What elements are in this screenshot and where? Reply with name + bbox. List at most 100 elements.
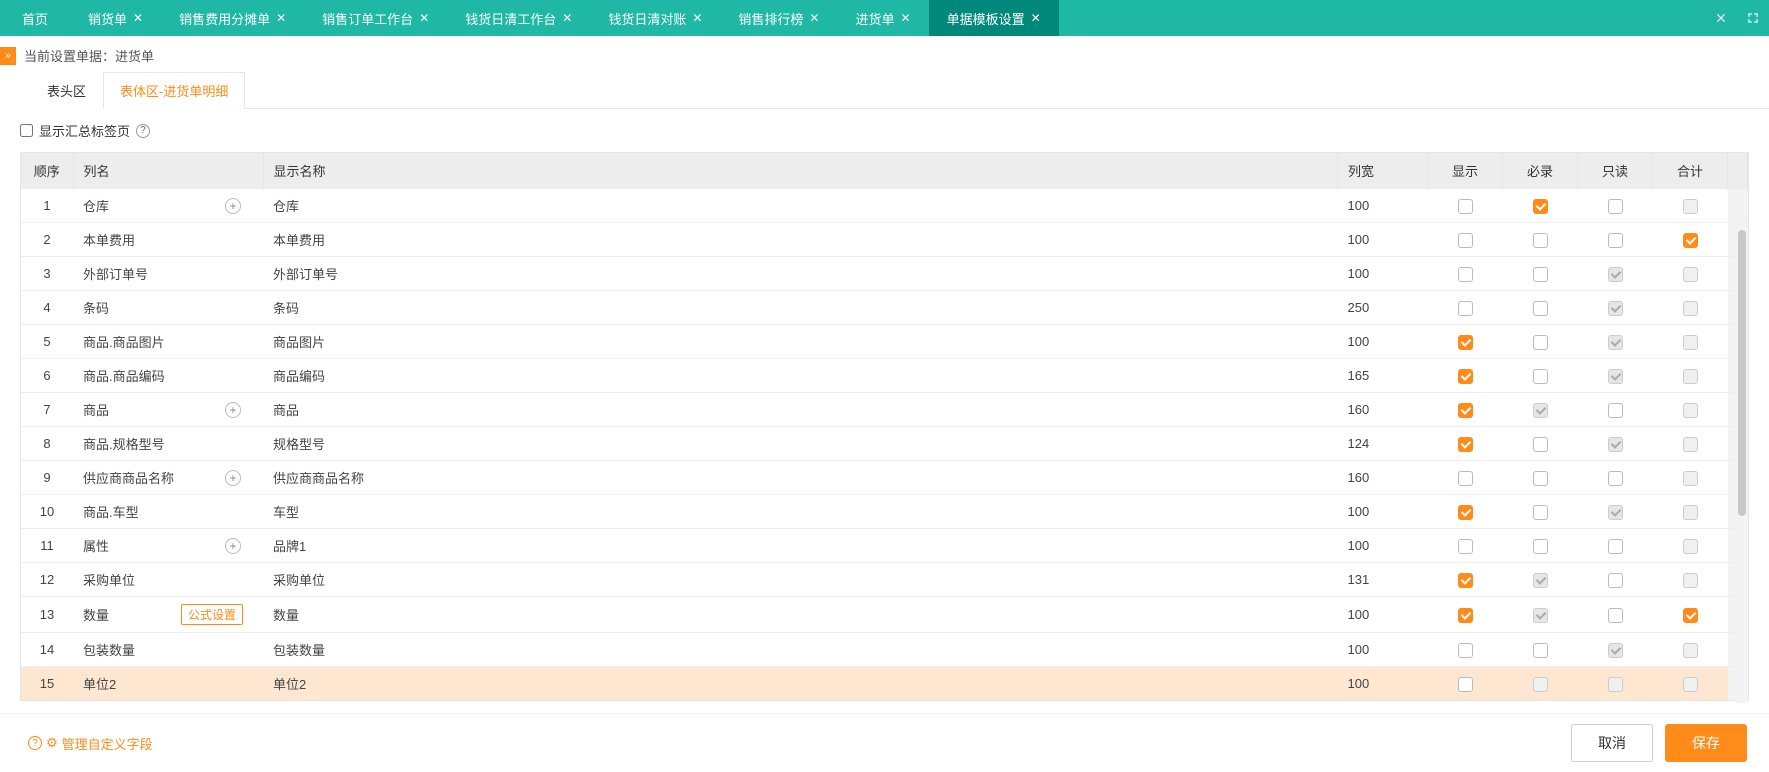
footer-help-icon[interactable]: ? xyxy=(28,736,42,750)
required-checkbox[interactable] xyxy=(1533,471,1548,486)
readonly-checkbox[interactable] xyxy=(1608,573,1623,588)
cell-display[interactable]: 仓库 xyxy=(263,189,1338,223)
top-tab[interactable]: 钱货日清工作台✕ xyxy=(447,0,590,36)
sub-tab[interactable]: 表体区-进货单明细 xyxy=(103,72,245,109)
close-icon[interactable]: ✕ xyxy=(1031,11,1041,25)
cell-display[interactable]: 商品 xyxy=(263,393,1338,427)
table-row[interactable]: 3外部订单号外部订单号100 xyxy=(21,257,1748,291)
show-checkbox[interactable] xyxy=(1458,471,1473,486)
show-checkbox[interactable] xyxy=(1458,199,1473,214)
show-summary-checkbox[interactable] xyxy=(20,124,33,137)
show-checkbox[interactable] xyxy=(1458,437,1473,452)
help-icon[interactable]: ? xyxy=(136,124,150,138)
readonly-checkbox[interactable] xyxy=(1608,608,1623,623)
cell-display[interactable]: 外部订单号 xyxy=(263,257,1338,291)
cell-display[interactable]: 规格型号 xyxy=(263,427,1338,461)
cell-display[interactable]: 数量 xyxy=(263,597,1338,633)
close-icon[interactable]: ✕ xyxy=(562,11,572,25)
readonly-checkbox[interactable] xyxy=(1608,403,1623,418)
cell-display[interactable]: 单位2 xyxy=(263,667,1338,701)
scrollbar-track[interactable] xyxy=(1736,226,1748,703)
table-row[interactable]: 4条码条码250 xyxy=(21,291,1748,325)
cell-display[interactable]: 本单费用 xyxy=(263,223,1338,257)
cell-width[interactable]: 100 xyxy=(1338,189,1428,223)
cell-width[interactable]: 165 xyxy=(1338,359,1428,393)
required-checkbox[interactable] xyxy=(1533,437,1548,452)
save-button[interactable]: 保存 xyxy=(1665,724,1747,762)
required-checkbox[interactable] xyxy=(1533,505,1548,520)
show-checkbox[interactable] xyxy=(1458,403,1473,418)
cell-width[interactable]: 124 xyxy=(1338,427,1428,461)
show-checkbox[interactable] xyxy=(1458,267,1473,282)
top-tab[interactable]: 销售费用分摊单✕ xyxy=(161,0,304,36)
table-row[interactable]: 13数量公式设置数量100 xyxy=(21,597,1748,633)
table-row[interactable]: 11属性+品牌1100 xyxy=(21,529,1748,563)
top-tab[interactable]: 单据模板设置✕ xyxy=(929,0,1059,36)
required-checkbox[interactable] xyxy=(1533,369,1548,384)
cell-display[interactable]: 采购单位 xyxy=(263,563,1338,597)
table-row[interactable]: 15单位2单位2100 xyxy=(21,667,1748,701)
total-checkbox[interactable] xyxy=(1683,608,1698,623)
close-all-tabs-button[interactable] xyxy=(1705,0,1737,36)
formula-button[interactable]: 公式设置 xyxy=(181,604,243,625)
cell-width[interactable]: 100 xyxy=(1338,495,1428,529)
cell-display[interactable]: 商品图片 xyxy=(263,325,1338,359)
required-checkbox[interactable] xyxy=(1533,643,1548,658)
cell-width[interactable]: 100 xyxy=(1338,597,1428,633)
table-row[interactable]: 2本单费用本单费用100 xyxy=(21,223,1748,257)
table-row[interactable]: 12采购单位采购单位131 xyxy=(21,563,1748,597)
add-icon[interactable]: + xyxy=(225,402,241,418)
cell-width[interactable]: 100 xyxy=(1338,325,1428,359)
readonly-checkbox[interactable] xyxy=(1608,471,1623,486)
add-icon[interactable]: + xyxy=(225,198,241,214)
cell-display[interactable]: 包装数量 xyxy=(263,633,1338,667)
table-row[interactable]: 7商品+商品160 xyxy=(21,393,1748,427)
show-checkbox[interactable] xyxy=(1458,369,1473,384)
table-row[interactable]: 14包装数量包装数量100 xyxy=(21,633,1748,667)
cancel-button[interactable]: 取消 xyxy=(1571,724,1653,762)
cell-width[interactable]: 131 xyxy=(1338,563,1428,597)
sub-tab[interactable]: 表头区 xyxy=(30,72,103,109)
close-icon[interactable]: ✕ xyxy=(809,11,819,25)
sidebar-expand-icon[interactable]: » xyxy=(0,47,16,65)
top-tab[interactable]: 进货单✕ xyxy=(837,0,928,36)
cell-display[interactable]: 商品编码 xyxy=(263,359,1338,393)
show-checkbox[interactable] xyxy=(1458,643,1473,658)
top-tab[interactable]: 销售排行榜✕ xyxy=(720,0,837,36)
required-checkbox[interactable] xyxy=(1533,539,1548,554)
cell-width[interactable]: 100 xyxy=(1338,223,1428,257)
table-row[interactable]: 5商品.商品图片商品图片100 xyxy=(21,325,1748,359)
cell-width[interactable]: 100 xyxy=(1338,633,1428,667)
table-row[interactable]: 9供应商商品名称+供应商商品名称160 xyxy=(21,461,1748,495)
show-checkbox[interactable] xyxy=(1458,677,1473,692)
table-row[interactable]: 6商品.商品编码商品编码165 xyxy=(21,359,1748,393)
total-checkbox[interactable] xyxy=(1683,233,1698,248)
top-tab[interactable]: 销售订单工作台✕ xyxy=(304,0,447,36)
required-checkbox[interactable] xyxy=(1533,301,1548,316)
cell-width[interactable]: 100 xyxy=(1338,529,1428,563)
readonly-checkbox[interactable] xyxy=(1608,539,1623,554)
cell-display[interactable]: 车型 xyxy=(263,495,1338,529)
show-checkbox[interactable] xyxy=(1458,539,1473,554)
close-icon[interactable]: ✕ xyxy=(692,11,702,25)
cell-display[interactable]: 品牌1 xyxy=(263,529,1338,563)
cell-width[interactable]: 100 xyxy=(1338,667,1428,701)
show-checkbox[interactable] xyxy=(1458,505,1473,520)
top-tab[interactable]: 钱货日清对账✕ xyxy=(590,0,720,36)
add-icon[interactable]: + xyxy=(225,470,241,486)
required-checkbox[interactable] xyxy=(1533,233,1548,248)
show-checkbox[interactable] xyxy=(1458,608,1473,623)
required-checkbox[interactable] xyxy=(1533,335,1548,350)
close-icon[interactable]: ✕ xyxy=(901,11,911,25)
cell-width[interactable]: 160 xyxy=(1338,461,1428,495)
top-tab[interactable]: 销货单✕ xyxy=(70,0,161,36)
show-checkbox[interactable] xyxy=(1458,233,1473,248)
fullscreen-button[interactable] xyxy=(1737,0,1769,36)
table-row[interactable]: 10商品.车型车型100 xyxy=(21,495,1748,529)
cell-display[interactable]: 供应商商品名称 xyxy=(263,461,1338,495)
cell-width[interactable]: 160 xyxy=(1338,393,1428,427)
cell-width[interactable]: 250 xyxy=(1338,291,1428,325)
close-icon[interactable]: ✕ xyxy=(133,11,143,25)
close-icon[interactable]: ✕ xyxy=(419,11,429,25)
manage-custom-fields-link[interactable]: 管理自定义字段 xyxy=(62,734,153,753)
